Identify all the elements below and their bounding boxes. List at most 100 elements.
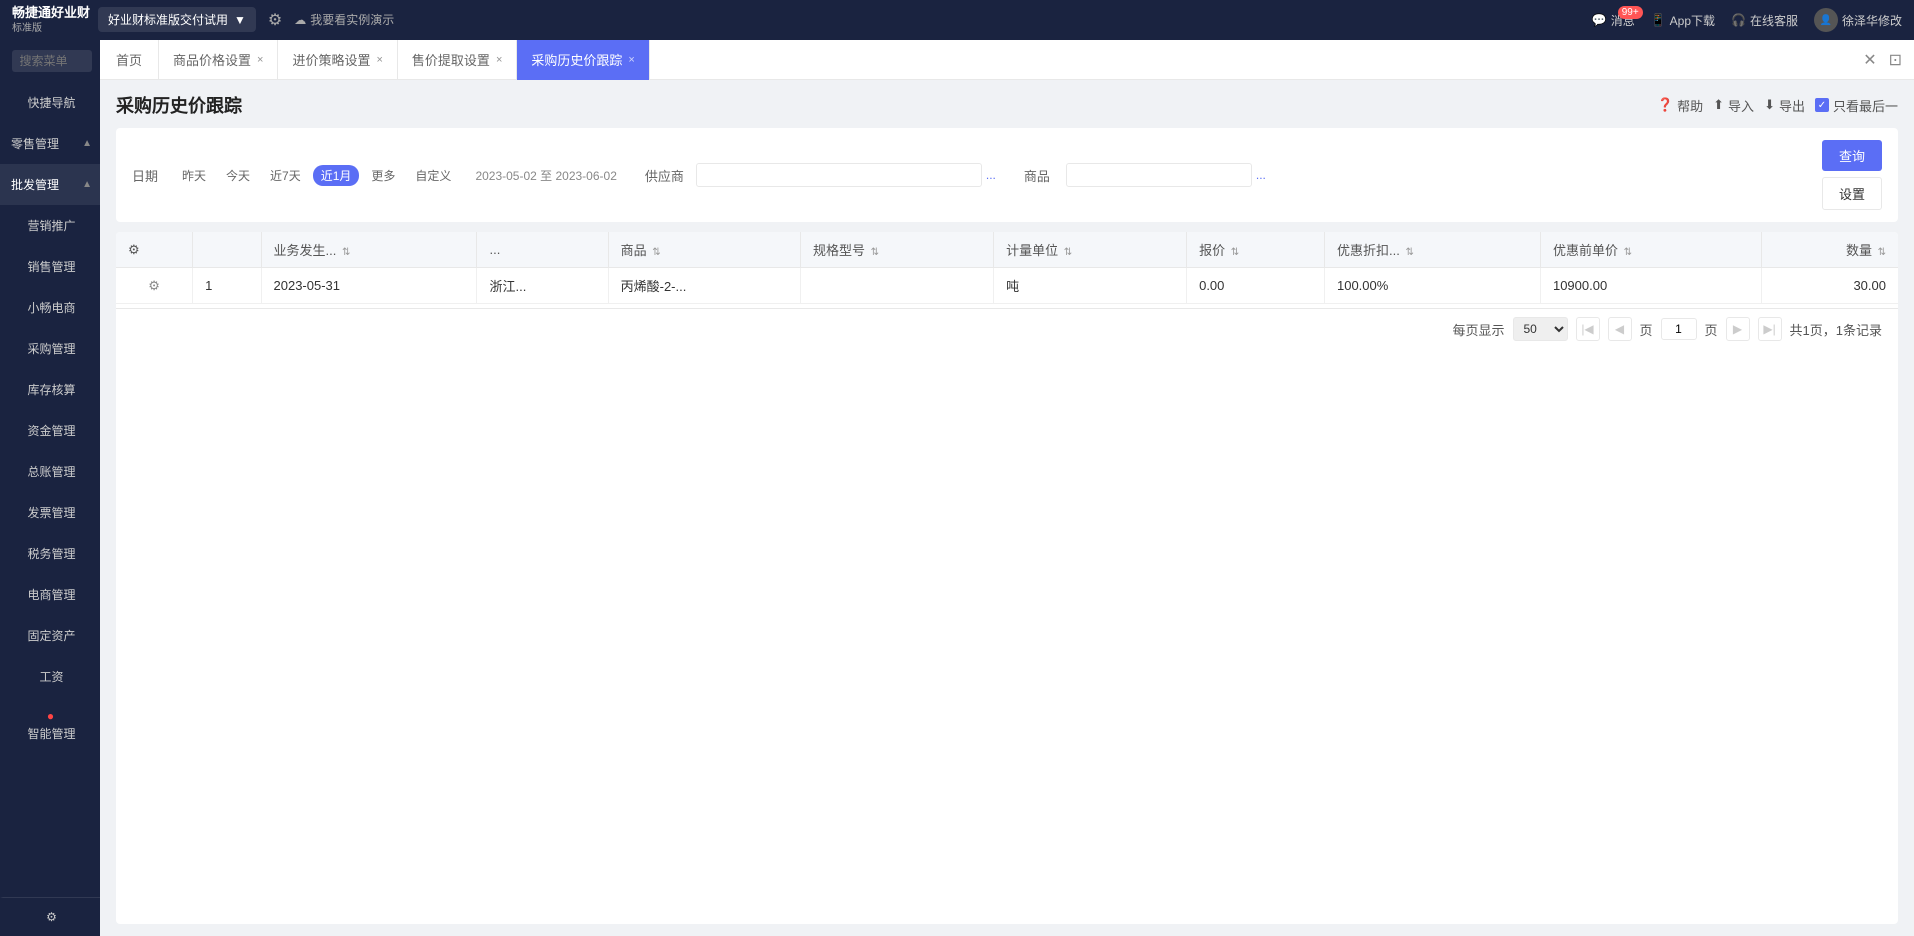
sidebar-item-ledger[interactable]: 总账管理 bbox=[0, 451, 100, 492]
date-btn-today[interactable]: 今天 bbox=[218, 165, 258, 186]
date-btn-1month[interactable]: 近1月 bbox=[313, 165, 360, 186]
online-service-btn[interactable]: 🎧 在线客服 bbox=[1731, 12, 1798, 29]
tab-strategy-close[interactable]: × bbox=[376, 54, 382, 66]
col-date-label: 业务发生... bbox=[274, 243, 337, 258]
col-discount[interactable]: 优惠折扣... ⇅ bbox=[1324, 232, 1540, 268]
import-icon: ⬆ bbox=[1713, 97, 1724, 113]
row-discount: 100.00% bbox=[1324, 268, 1540, 304]
query-btn[interactable]: 查询 bbox=[1822, 140, 1882, 171]
sidebar-item-shortcut[interactable]: 快捷导航 bbox=[0, 82, 100, 123]
invoice-label: 发票管理 bbox=[27, 504, 75, 521]
page-number-input[interactable] bbox=[1661, 318, 1697, 340]
col-quantity[interactable]: 数量 ⇅ bbox=[1761, 232, 1898, 268]
sidebar-item-finance[interactable]: 资金管理 bbox=[0, 410, 100, 451]
sidebar-item-invoice[interactable]: 发票管理 bbox=[0, 492, 100, 533]
pagination-bar: 每页显示 10 20 50 100 |◀ ◀ 页 页 ▶ ▶| 共1页，1条记录 bbox=[116, 308, 1898, 349]
sidebar-search[interactable] bbox=[0, 40, 100, 82]
date-btn-custom[interactable]: 自定义 bbox=[407, 165, 459, 186]
import-btn[interactable]: ⬆ 导入 bbox=[1713, 96, 1754, 115]
finance-label: 资金管理 bbox=[27, 422, 75, 439]
col-spec-label: 规格型号 bbox=[813, 243, 865, 258]
user-profile[interactable]: 👤 徐泽华修改 bbox=[1814, 8, 1902, 32]
row-product: 丙烯酸-2-... bbox=[608, 268, 800, 304]
last-only-checkbox[interactable]: ✓ bbox=[1815, 98, 1829, 112]
date-btn-7days[interactable]: 近7天 bbox=[262, 165, 309, 186]
search-input[interactable] bbox=[12, 50, 92, 72]
col-extra-label: ... bbox=[489, 242, 500, 257]
messages-btn[interactable]: 💬 消息 99+ bbox=[1592, 12, 1635, 29]
tab-price[interactable]: 商品价格设置 × bbox=[159, 40, 278, 80]
col-product[interactable]: 商品 ⇅ bbox=[608, 232, 800, 268]
supplier-filter-label: 供应商 bbox=[645, 166, 684, 185]
per-page-select[interactable]: 10 20 50 100 bbox=[1513, 317, 1568, 341]
assets-label: 固定资产 bbox=[27, 627, 75, 644]
sidebar-item-inventory[interactable]: 库存核算 bbox=[0, 369, 100, 410]
tab-price-close[interactable]: × bbox=[257, 54, 263, 66]
col-pre-discount-price[interactable]: 优惠前单价 ⇅ bbox=[1540, 232, 1761, 268]
export-btn[interactable]: ⬇ 导出 bbox=[1764, 96, 1805, 115]
app-download-btn[interactable]: 📱 App下载 bbox=[1651, 12, 1715, 29]
product-dots[interactable]: ... bbox=[1256, 168, 1266, 182]
col-spec[interactable]: 规格型号 ⇅ bbox=[801, 232, 994, 268]
tab-selling[interactable]: 售价提取设置 × bbox=[398, 40, 517, 80]
date-btn-yesterday[interactable]: 昨天 bbox=[174, 165, 214, 186]
tab-price-label: 商品价格设置 bbox=[173, 50, 251, 69]
supplier-dots[interactable]: ... bbox=[986, 168, 996, 182]
tab-history-label: 采购历史价跟踪 bbox=[531, 50, 622, 69]
sidebar-item-ecommerce[interactable]: 电商管理 bbox=[0, 574, 100, 615]
wholesale-label: 批发管理 bbox=[11, 176, 59, 193]
row-gear[interactable]: ⚙ bbox=[116, 268, 193, 304]
product-input[interactable] bbox=[1066, 163, 1252, 187]
supplier-input[interactable] bbox=[696, 163, 982, 187]
tab-expand-btn[interactable]: ⊡ bbox=[1885, 46, 1906, 74]
filter-settings-btn[interactable]: 设置 bbox=[1822, 177, 1882, 210]
tab-home[interactable]: 首页 bbox=[100, 40, 159, 80]
phone-icon: 📱 bbox=[1651, 13, 1666, 27]
sidebar-item-assets[interactable]: 固定资产 bbox=[0, 615, 100, 656]
tab-close-btn[interactable]: ✕ bbox=[1859, 46, 1880, 74]
tab-history[interactable]: 采购历史价跟踪 × bbox=[517, 40, 649, 80]
ledger-label: 总账管理 bbox=[27, 463, 75, 480]
user-name: 徐泽华修改 bbox=[1842, 12, 1902, 29]
sidebar-item-smart[interactable]: ● 智能管理 bbox=[0, 697, 100, 754]
top-header: 畅捷通好业财 标准版 好业财标准版交付试用 ▼ ⚙ ☁ 我要看实例演示 💬 消息… bbox=[0, 0, 1914, 40]
tab-history-close[interactable]: × bbox=[628, 54, 634, 66]
last-only-label: 只看最后一 bbox=[1833, 96, 1898, 115]
sidebar-item-marketing[interactable]: 营销推广 bbox=[0, 205, 100, 246]
tab-selling-label: 售价提取设置 bbox=[412, 50, 490, 69]
per-page-label: 每页显示 bbox=[1452, 320, 1504, 339]
col-unit-label: 计量单位 bbox=[1006, 243, 1058, 258]
tab-strategy[interactable]: 进价策略设置 × bbox=[278, 40, 397, 80]
help-btn[interactable]: ❓ 帮助 bbox=[1657, 96, 1703, 115]
last-only-btn[interactable]: ✓ 只看最后一 bbox=[1815, 96, 1898, 115]
next-page-btn[interactable]: ▶ bbox=[1726, 317, 1750, 341]
sidebar-item-tax[interactable]: 税务管理 bbox=[0, 533, 100, 574]
settings-icon[interactable]: ⚙ bbox=[264, 6, 286, 34]
col-extra[interactable]: ... bbox=[477, 232, 608, 268]
date-btn-more[interactable]: 更多 bbox=[363, 165, 403, 186]
sidebar-item-wholesale[interactable]: 批发管理 ▲ bbox=[0, 164, 100, 205]
first-page-btn[interactable]: |◀ bbox=[1576, 317, 1600, 341]
logo-main: 畅捷通好业财 bbox=[12, 5, 90, 22]
col-date[interactable]: 业务发生... ⇅ bbox=[261, 232, 477, 268]
app-download-label: App下载 bbox=[1670, 12, 1715, 29]
edition-select[interactable]: 好业财标准版交付试用 ▼ bbox=[98, 7, 256, 32]
pre-discount-sort-icon: ⇅ bbox=[1624, 247, 1632, 258]
sidebar-item-retail[interactable]: 零售管理 ▲ bbox=[0, 123, 100, 164]
page-unit-label: 页 bbox=[1705, 320, 1718, 339]
product-filter: ... bbox=[1066, 163, 1266, 187]
tab-selling-close[interactable]: × bbox=[496, 54, 502, 66]
gear-icon: ⚙ bbox=[46, 910, 57, 924]
demo-btn[interactable]: ☁ 我要看实例演示 bbox=[294, 11, 394, 28]
sidebar-item-salary[interactable]: 工资 bbox=[0, 656, 100, 697]
col-price[interactable]: 报价 ⇅ bbox=[1187, 232, 1325, 268]
col-unit[interactable]: 计量单位 ⇅ bbox=[994, 232, 1187, 268]
sidebar-item-sales[interactable]: 销售管理 bbox=[0, 246, 100, 287]
sidebar-item-ecommerce-small[interactable]: 小畅电商 bbox=[0, 287, 100, 328]
prev-page-btn[interactable]: ◀ bbox=[1608, 317, 1632, 341]
col-gear[interactable]: ⚙ bbox=[116, 232, 193, 268]
sidebar-gear-btn[interactable]: ⚙ bbox=[0, 897, 100, 936]
last-page-btn[interactable]: ▶| bbox=[1758, 317, 1782, 341]
row-index: 1 bbox=[193, 268, 261, 304]
sidebar-item-purchase[interactable]: 采购管理 bbox=[0, 328, 100, 369]
